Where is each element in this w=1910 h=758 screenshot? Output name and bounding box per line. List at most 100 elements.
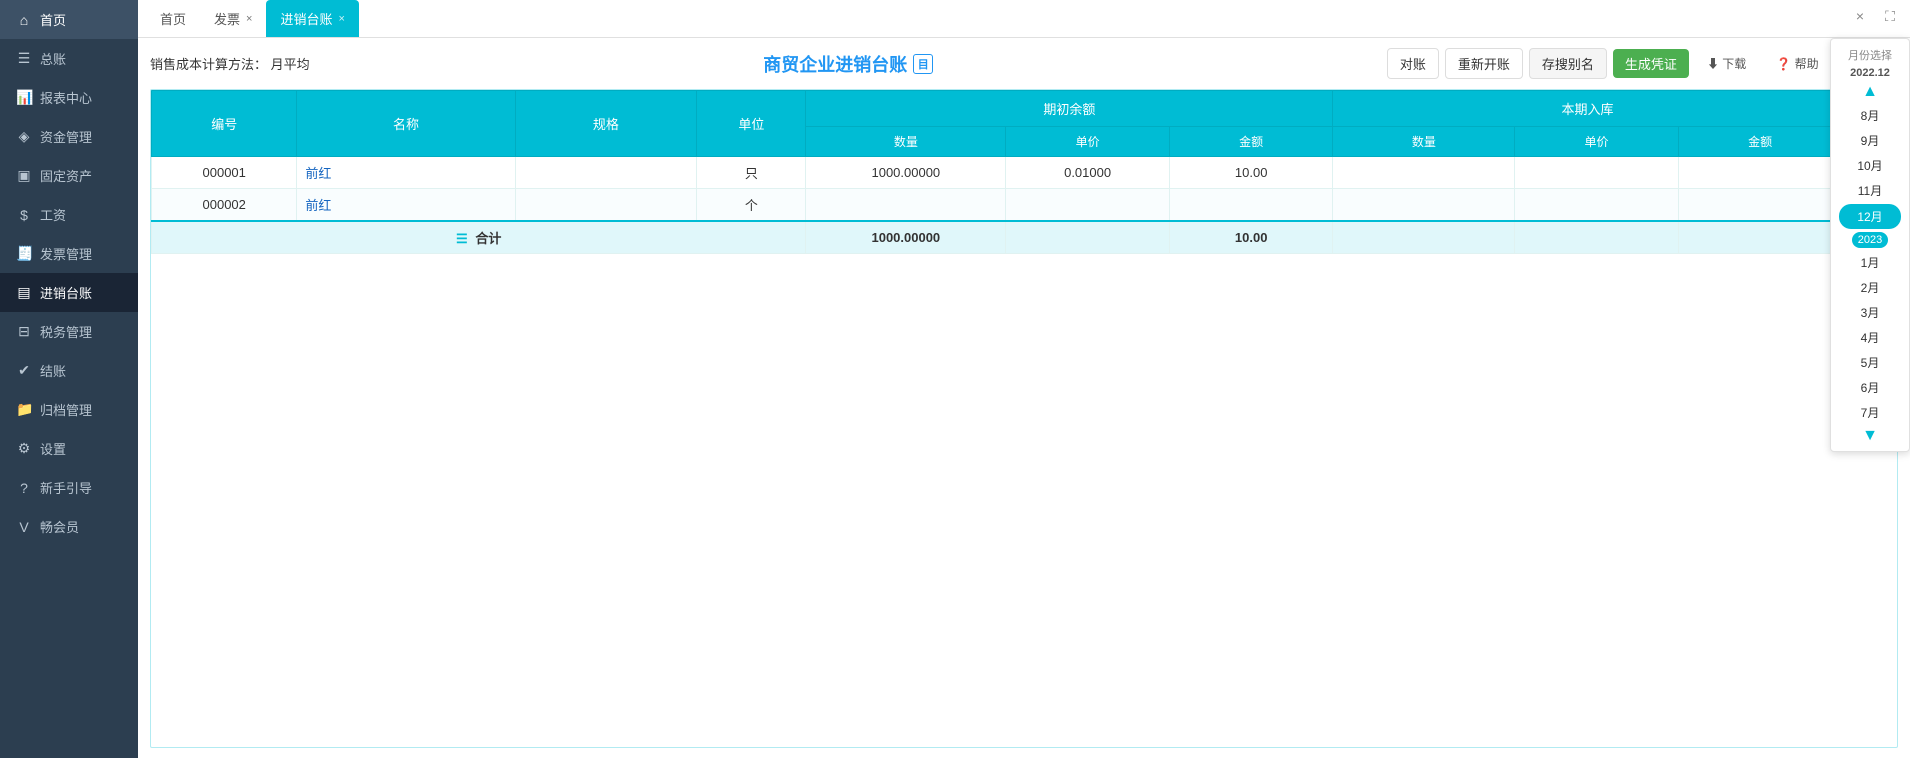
save-alias-button[interactable]: 存搜别名 [1529, 48, 1607, 79]
sidebar-item-archive[interactable]: 📁 归档管理 [0, 390, 138, 429]
fund-icon: ◈ [16, 128, 32, 145]
month-item-1[interactable]: 1月 [1831, 250, 1909, 275]
ledger-icon: ☰ [16, 50, 32, 67]
cell-opening-price-2 [1006, 189, 1170, 222]
cell-spec-1 [515, 157, 697, 189]
month-item-10[interactable]: 10月 [1831, 153, 1909, 178]
cell-in-amount-2 [1678, 189, 1842, 222]
col-opening-balance: 期初余额 [806, 91, 1333, 127]
sidebar-item-tutorial[interactable]: ? 新手引导 [0, 468, 138, 507]
col-code: 编号 [152, 91, 297, 157]
sidebar-item-tax-management[interactable]: ⊟ 税务管理 [0, 312, 138, 351]
page-title: 商贸企业进销台账 目 [763, 51, 933, 77]
tab-purchase-sales[interactable]: 进销台账 × [266, 0, 358, 37]
cell-name-2: 前红 [297, 189, 515, 222]
gear-icon: ⚙ [16, 440, 32, 457]
month-item-5[interactable]: 5月 [1831, 350, 1909, 375]
invoice-icon: 🧾 [16, 245, 32, 262]
month-scroll-down[interactable]: ▼ [1860, 425, 1880, 447]
tab-home[interactable]: 首页 [146, 0, 200, 37]
total-row: ☰ 合计 1000.00000 10.00 [152, 221, 1897, 254]
cell-opening-qty-1: 1000.00000 [806, 157, 1006, 189]
month-panel: 月份选择 2022.12 ▲ 8月 9月 10月 11月 12月 2023 1月… [1830, 38, 1910, 452]
cell-in-qty-1 [1333, 157, 1515, 189]
cell-in-price-2 [1515, 189, 1679, 222]
generate-voucher-button[interactable]: 生成凭证 [1613, 49, 1689, 78]
reconcile-button[interactable]: 对账 [1387, 48, 1439, 79]
col-current-in: 本期入库 [1333, 91, 1842, 127]
month-item-6[interactable]: 6月 [1831, 375, 1909, 400]
month-panel-year-2022: 2022.12 [1850, 65, 1890, 81]
col-opening-price: 单价 [1006, 127, 1170, 157]
main-area: × ⛶ 首页 发票 × 进销台账 × 销售成本计算方法： 月平均 商贸企业进销台… [138, 0, 1910, 758]
month-panel-title: 月份选择 [1848, 43, 1892, 65]
sidebar-item-fund-management[interactable]: ◈ 资金管理 [0, 117, 138, 156]
total-label: ☰ 合计 [152, 221, 806, 254]
total-opening-amount: 10.00 [1169, 221, 1333, 254]
cost-method: 销售成本计算方法： 月平均 [150, 54, 310, 73]
month-item-9[interactable]: 9月 [1831, 128, 1909, 153]
cell-code-1: 000001 [152, 157, 297, 189]
col-in-amount: 金额 [1678, 127, 1842, 157]
download-button[interactable]: ⬇ 下载 [1695, 50, 1758, 77]
tab-invoice[interactable]: 发票 × [200, 0, 266, 37]
cell-spec-2 [515, 189, 697, 222]
sidebar-item-settlement[interactable]: ✔ 结账 [0, 351, 138, 390]
maximize-button[interactable]: ⛶ [1878, 4, 1902, 28]
month-scroll-up[interactable]: ▲ [1860, 81, 1880, 103]
month-item-11[interactable]: 11月 [1831, 178, 1909, 203]
purchase-sales-table: 编号 名称 规格 单位 期初余额 本期入库 数 数量 单价 金额 数量 单价 [151, 90, 1897, 254]
report-icon: 📊 [16, 89, 32, 106]
month-item-12[interactable]: 12月 [1839, 204, 1901, 229]
membership-icon: V [16, 519, 32, 535]
sidebar-item-report-center[interactable]: 📊 报表中心 [0, 78, 138, 117]
table-wrapper: 编号 名称 规格 单位 期初余额 本期入库 数 数量 单价 金额 数量 单价 [150, 89, 1898, 748]
sidebar-item-invoice-management[interactable]: 🧾 发票管理 [0, 234, 138, 273]
close-button[interactable]: × [1848, 4, 1872, 28]
total-in-amount [1678, 221, 1842, 254]
sidebar-item-home[interactable]: ⌂ 首页 [0, 0, 138, 39]
total-in-price [1515, 221, 1679, 254]
close-purchase-sales-tab[interactable]: × [338, 13, 344, 25]
month-item-3[interactable]: 3月 [1831, 300, 1909, 325]
month-item-7[interactable]: 7月 [1831, 400, 1909, 425]
cell-opening-amount-1: 10.00 [1169, 157, 1333, 189]
sidebar-item-payroll[interactable]: $ 工资 [0, 195, 138, 234]
tutorial-icon: ? [16, 480, 32, 496]
cell-code-2: 000002 [152, 189, 297, 222]
col-unit: 单位 [697, 91, 806, 157]
total-opening-price [1006, 221, 1170, 254]
close-invoice-tab[interactable]: × [246, 13, 252, 25]
cell-in-qty-2 [1333, 189, 1515, 222]
settlement-icon: ✔ [16, 362, 32, 379]
home-icon: ⌂ [16, 12, 32, 28]
assets-icon: ▣ [16, 167, 32, 184]
sidebar: ⌂ 首页 ☰ 总账 📊 报表中心 ◈ 资金管理 ▣ 固定资产 $ 工资 🧾 发票… [0, 0, 138, 758]
sidebar-item-purchase-sales[interactable]: ▤ 进销台账 [0, 273, 138, 312]
reopen-button[interactable]: 重新开账 [1445, 48, 1523, 79]
cell-in-amount-1 [1678, 157, 1842, 189]
month-item-4[interactable]: 4月 [1831, 325, 1909, 350]
cell-name-1: 前红 [297, 157, 515, 189]
sidebar-item-fixed-assets[interactable]: ▣ 固定资产 [0, 156, 138, 195]
cell-opening-price-1: 0.01000 [1006, 157, 1170, 189]
download-icon: ⬇ [1707, 57, 1722, 71]
payroll-icon: $ [16, 207, 32, 223]
sidebar-item-membership[interactable]: V 畅会员 [0, 507, 138, 546]
col-spec: 规格 [515, 91, 697, 157]
cell-in-price-1 [1515, 157, 1679, 189]
col-name: 名称 [297, 91, 515, 157]
title-help-icon[interactable]: 目 [913, 54, 933, 74]
total-opening-qty: 1000.00000 [806, 221, 1006, 254]
cell-unit-1: 只 [697, 157, 806, 189]
table-row: 000001 前红 只 1000.00000 0.01000 10.00 [152, 157, 1897, 189]
month-item-2[interactable]: 2月 [1831, 275, 1909, 300]
month-item-8[interactable]: 8月 [1831, 103, 1909, 128]
sidebar-item-settings[interactable]: ⚙ 设置 [0, 429, 138, 468]
total-icon: ☰ [456, 231, 468, 246]
content-area: 销售成本计算方法： 月平均 商贸企业进销台账 目 对账 重新开账 存搜别名 生成… [138, 38, 1910, 758]
sidebar-item-general-ledger[interactable]: ☰ 总账 [0, 39, 138, 78]
col-in-qty: 数量 [1333, 127, 1515, 157]
help-button[interactable]: ❓ 帮助 [1764, 50, 1830, 77]
cell-opening-qty-2 [806, 189, 1006, 222]
